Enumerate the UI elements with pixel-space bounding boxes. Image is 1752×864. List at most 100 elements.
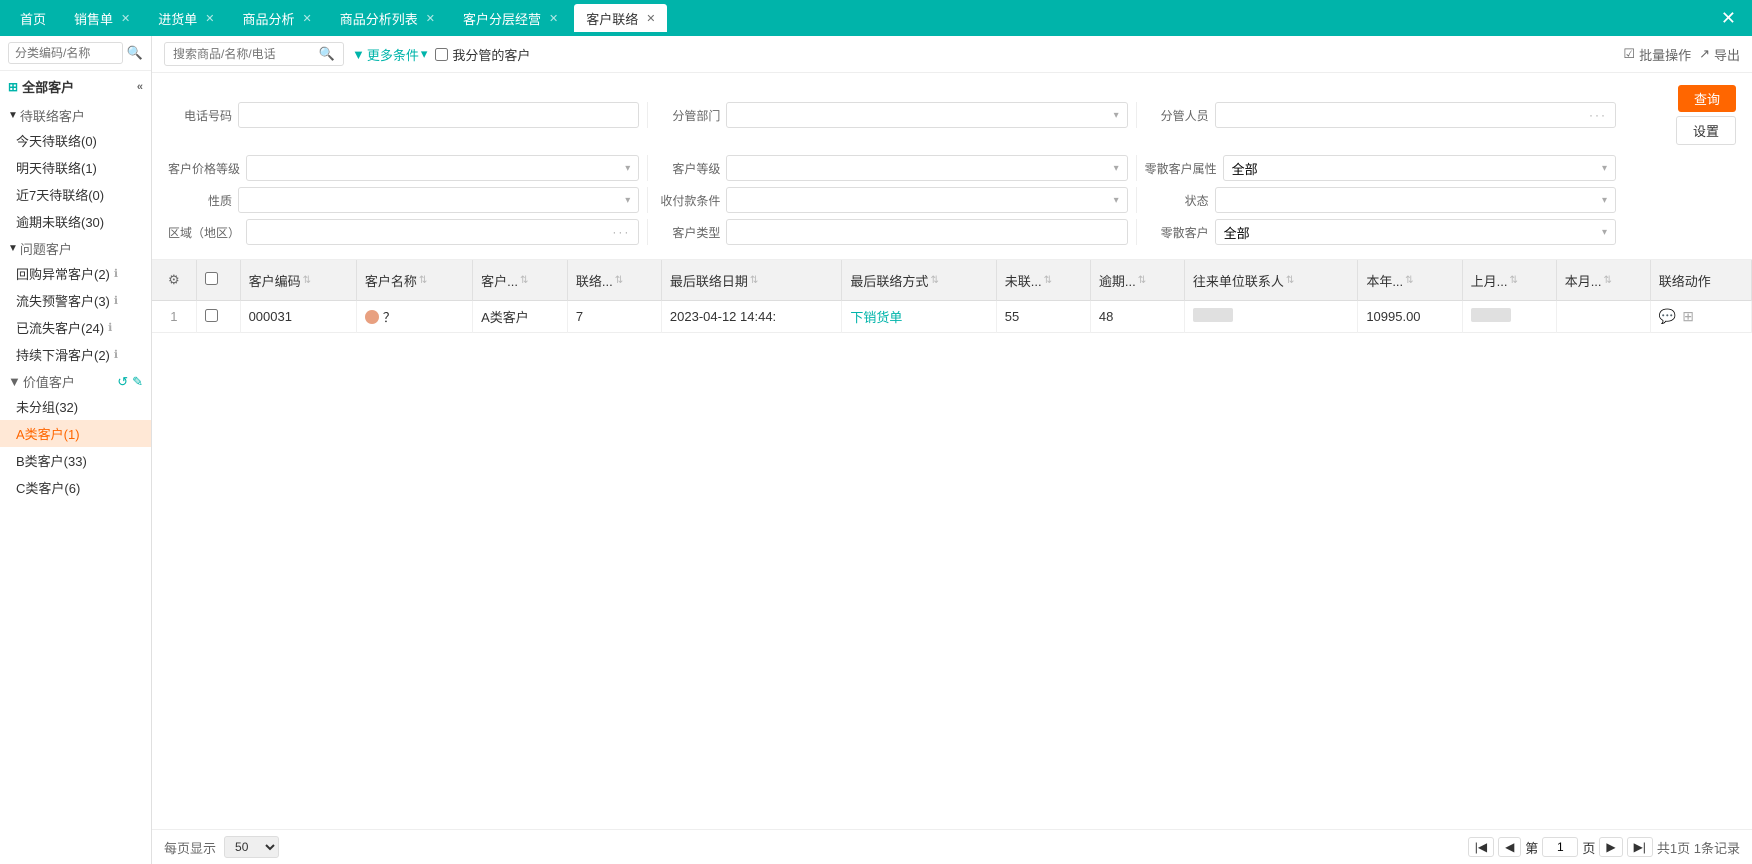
sidebar-unclassified[interactable]: 未分组(32) [0, 393, 151, 420]
staff-input[interactable]: ··· [1215, 102, 1616, 128]
sidebar-tomorrow-pending[interactable]: 明天待联络(1) [0, 154, 151, 181]
filter-my-customers: 我分管的客户 [435, 45, 530, 64]
sidebar-repeat-abnormal[interactable]: 回购异常客户(2) ℹ [0, 260, 151, 287]
close-sales-tab[interactable]: ✕ [121, 12, 130, 25]
close-customer-contact-tab[interactable]: ✕ [646, 12, 655, 25]
row-name: ？ [356, 301, 472, 333]
adv-filter-row-3: 性质 ▾ 收付款条件 ▾ 状态 ▾ [168, 187, 1736, 213]
value-edit-icon[interactable]: ✎ [132, 374, 143, 390]
retail-customer-input[interactable]: 全部▾ [1215, 219, 1616, 245]
select-all-checkbox[interactable] [205, 272, 218, 285]
row-last-contact-method[interactable]: 下销货单 [842, 301, 996, 333]
chat-action-icon[interactable]: 💬 [1659, 308, 1676, 325]
col-level-label: 客户... [481, 271, 518, 290]
status-input[interactable]: ▾ [1215, 187, 1616, 213]
filter-export[interactable]: ↗ 导出 [1699, 45, 1740, 64]
table-settings-icon[interactable]: ⚙ [160, 266, 188, 294]
col-no-contact-days-label: 未联... [1005, 271, 1042, 290]
tab-customer-contact[interactable]: 客户联络 ✕ [574, 4, 667, 32]
sidebar-all-customers[interactable]: ⊞ 全部客户 « [0, 71, 151, 102]
col-last-contact-method[interactable]: 最后联络方式 ⇅ [842, 260, 996, 301]
retail-attr-input[interactable]: 全部▾ [1223, 155, 1616, 181]
first-page-button[interactable]: |◀ [1468, 837, 1494, 857]
window-close-button[interactable]: ✕ [1713, 8, 1744, 29]
price-level-filter-cell: 客户价格等级 ▾ [168, 155, 639, 181]
sidebar-pending-contact-group[interactable]: ▼ 待联络客户 [0, 102, 151, 127]
close-purchase-tab[interactable]: ✕ [205, 12, 214, 25]
col-this-year[interactable]: 本年... ⇅ [1358, 260, 1462, 301]
next-page-button[interactable]: ▶ [1599, 837, 1622, 857]
col-last-month[interactable]: 上月... ⇅ [1462, 260, 1556, 301]
sort-overdue-days-icon: ⇅ [1138, 275, 1146, 286]
nature-label: 性质 [168, 192, 232, 209]
col-last-contact-method-label: 最后联络方式 [850, 271, 928, 290]
col-contact-count[interactable]: 联络... ⇅ [567, 260, 661, 301]
col-overdue-days[interactable]: 逾期... ⇅ [1090, 260, 1184, 301]
col-name[interactable]: 客户名称 ⇅ [356, 260, 472, 301]
phone-filter-cell: 电话号码 [168, 102, 639, 128]
settings-button[interactable]: 设置 [1676, 116, 1736, 145]
col-code[interactable]: 客户编码 ⇅ [240, 260, 356, 301]
tab-product-analysis-list[interactable]: 商品分析列表 ✕ [328, 4, 447, 32]
sidebar-search-icon[interactable]: 🔍 [127, 45, 143, 61]
row-checkbox-cell[interactable] [196, 301, 240, 333]
payment-input[interactable]: ▾ [726, 187, 1127, 213]
filter-search-input[interactable] [173, 47, 315, 61]
close-product-analysis-list-tab[interactable]: ✕ [426, 12, 435, 25]
last-month-placeholder [1471, 308, 1511, 322]
dept-input[interactable]: ▾ [726, 102, 1127, 128]
qr-action-icon[interactable]: ⊞ [1682, 308, 1694, 325]
col-gear[interactable]: ⚙ [152, 260, 196, 301]
sidebar-week-pending[interactable]: 近7天待联络(0) [0, 181, 151, 208]
region-input[interactable]: ··· [246, 219, 639, 245]
col-checkbox[interactable] [196, 260, 240, 301]
sidebar-already-lost[interactable]: 已流失客户(24) ℹ [0, 314, 151, 341]
tab-sales[interactable]: 销售单 ✕ [62, 4, 142, 32]
sort-last-contact-date-icon: ⇅ [750, 275, 758, 286]
filter-more-conditions[interactable]: ▼ 更多条件 ▾ [352, 45, 427, 64]
prev-page-button[interactable]: ◀ [1498, 837, 1521, 857]
customer-type-input[interactable] [726, 219, 1127, 245]
sidebar-continuing-decline[interactable]: 持续下滑客户(2) ℹ [0, 341, 151, 368]
col-last-contact-date[interactable]: 最后联络日期 ⇅ [661, 260, 842, 301]
col-no-contact-days[interactable]: 未联... ⇅ [996, 260, 1090, 301]
filter-search-icon[interactable]: 🔍 [319, 46, 335, 62]
row-last-month [1462, 301, 1556, 333]
col-unit-contact[interactable]: 往来单位联系人 ⇅ [1184, 260, 1357, 301]
phone-label: 电话号码 [168, 107, 232, 124]
sidebar-problem-customers-group[interactable]: ▼ 问题客户 [0, 235, 151, 260]
last-page-button[interactable]: ▶| [1627, 837, 1653, 857]
sidebar-lost-prediction[interactable]: 流失预警客户(3) ℹ [0, 287, 151, 314]
grid-icon: ⊞ [8, 80, 18, 94]
value-refresh-icon[interactable]: ↺ [117, 374, 128, 390]
sidebar-class-c[interactable]: C类客户(6) [0, 474, 151, 501]
tab-product-analysis[interactable]: 商品分析 ✕ [230, 4, 323, 32]
price-level-input[interactable]: ▾ [246, 155, 639, 181]
query-button[interactable]: 查询 [1678, 85, 1736, 112]
per-page-label: 每页显示 [164, 838, 216, 857]
close-product-analysis-tab[interactable]: ✕ [303, 12, 312, 25]
col-actions-label: 联络动作 [1659, 274, 1711, 289]
sidebar-class-b[interactable]: B类客户(33) [0, 447, 151, 474]
col-level[interactable]: 客户... ⇅ [473, 260, 568, 301]
phone-input[interactable] [238, 102, 639, 128]
filter-dropdown-arrow: ▾ [421, 46, 428, 62]
col-this-month[interactable]: 本月... ⇅ [1556, 260, 1650, 301]
customer-level-input[interactable]: ▾ [726, 155, 1127, 181]
row-unit-contact [1184, 301, 1357, 333]
row-checkbox[interactable] [205, 309, 218, 322]
sidebar-search-input[interactable] [8, 42, 123, 64]
sidebar-today-pending[interactable]: 今天待联络(0) [0, 127, 151, 154]
nature-input[interactable]: ▾ [238, 187, 639, 213]
tab-customer-segment[interactable]: 客户分层经营 ✕ [451, 4, 570, 32]
per-page-select[interactable]: 50 100 200 [224, 836, 279, 858]
filter-my-customers-checkbox[interactable] [435, 48, 448, 61]
customers-table: ⚙ 客户编码 ⇅ 客户名称 [152, 260, 1752, 333]
tab-purchase[interactable]: 进货单 ✕ [146, 4, 226, 32]
close-customer-segment-tab[interactable]: ✕ [549, 12, 558, 25]
sidebar-overdue-contact[interactable]: 逾期未联络(30) [0, 208, 151, 235]
filter-batch-ops[interactable]: ☑ 批量操作 [1623, 45, 1691, 64]
sidebar-class-a[interactable]: A类客户(1) [0, 420, 151, 447]
page-input[interactable] [1542, 837, 1578, 857]
nav-home[interactable]: 首页 [8, 9, 58, 28]
